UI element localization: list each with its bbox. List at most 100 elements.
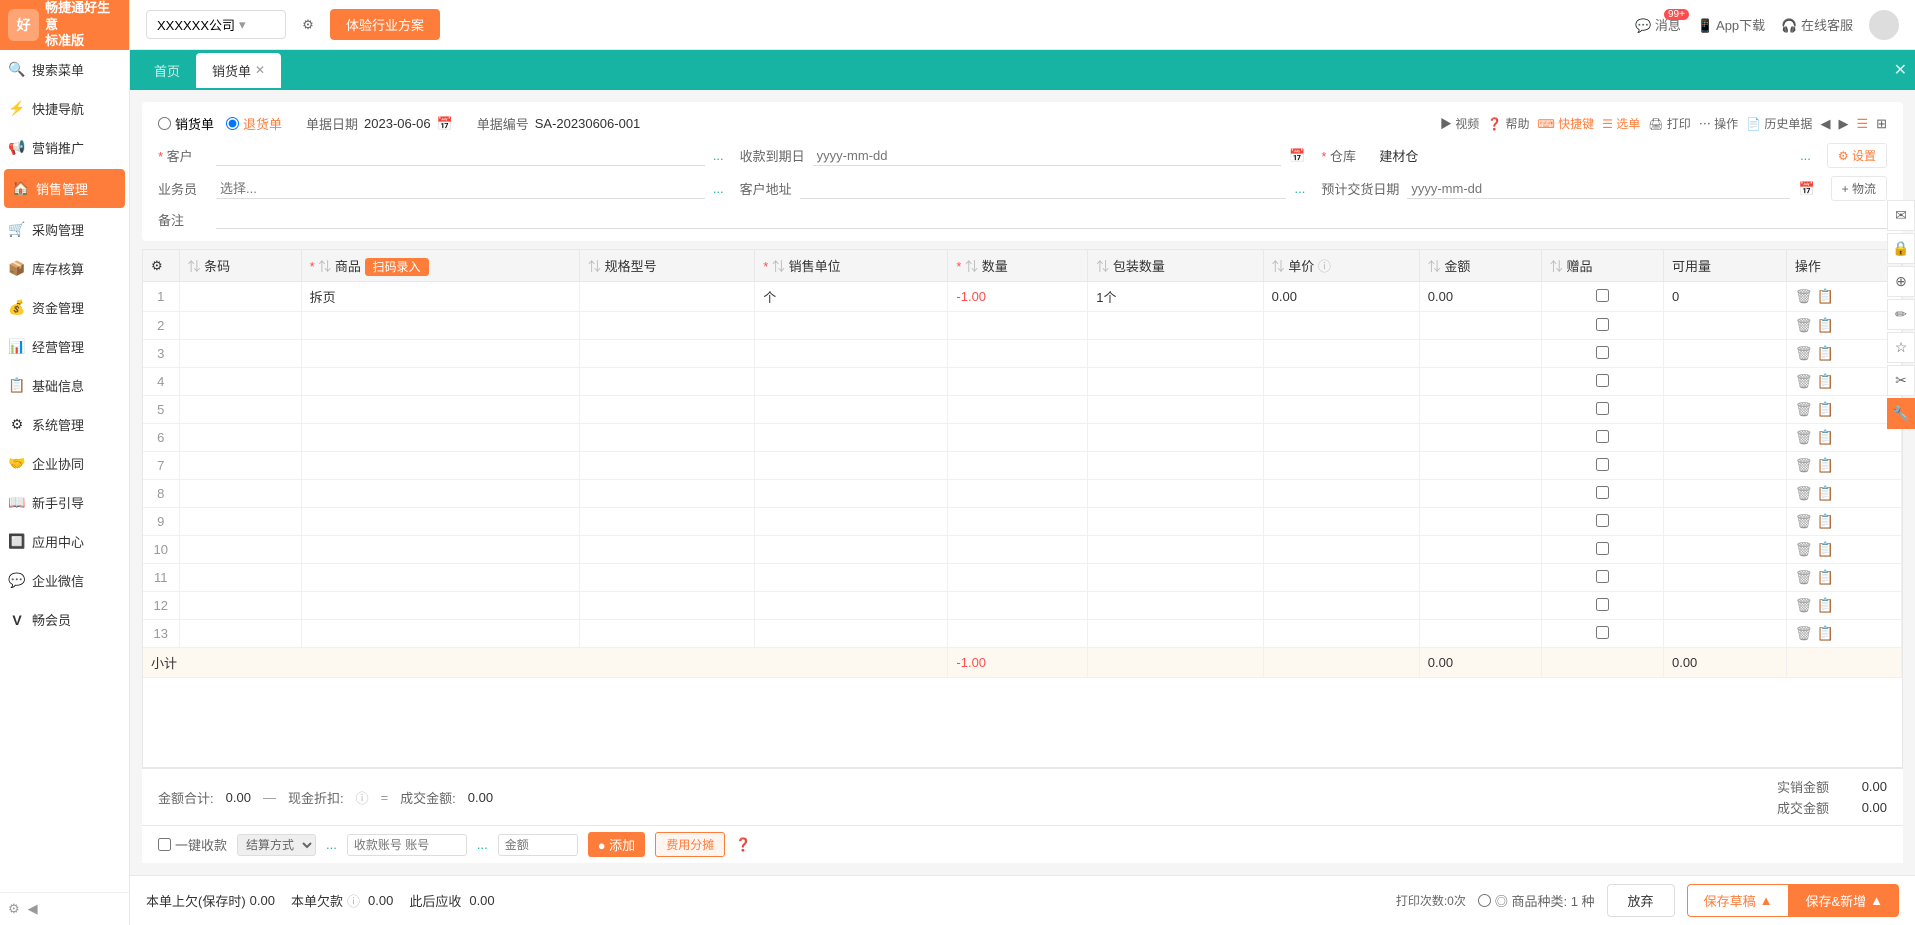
cell-goods[interactable] — [301, 508, 579, 536]
cell-spec[interactable] — [579, 592, 754, 620]
cell-price[interactable] — [1263, 340, 1419, 368]
cell-spec[interactable] — [579, 424, 754, 452]
cell-spec[interactable] — [579, 564, 754, 592]
cell-qty[interactable] — [948, 424, 1088, 452]
cell-barcode[interactable] — [179, 564, 301, 592]
customer-addr-dots[interactable]: ... — [1294, 181, 1305, 196]
message-wrap[interactable]: 💬 消息 99+ — [1635, 15, 1681, 34]
cell-price[interactable]: 0.00 — [1263, 282, 1419, 312]
customer-input[interactable] — [216, 146, 705, 166]
gift-checkbox[interactable] — [1596, 570, 1609, 583]
sidebar-item-purchase[interactable]: 🛒 采购管理 — [0, 210, 129, 249]
gift-checkbox[interactable] — [1596, 514, 1609, 527]
cell-qty[interactable] — [948, 536, 1088, 564]
cell-unit[interactable]: 个 — [755, 282, 948, 312]
cell-spec[interactable] — [579, 480, 754, 508]
cell-amount[interactable] — [1419, 424, 1541, 452]
copy-icon[interactable]: 📋 — [1817, 485, 1834, 502]
salesman-dots[interactable]: ... — [713, 181, 724, 196]
tab-sales-order[interactable]: 销货单 ✕ — [196, 53, 281, 88]
cell-pkg-qty[interactable] — [1088, 480, 1263, 508]
warehouse-dots[interactable]: ... — [1800, 148, 1811, 163]
print-btn[interactable]: 🖨 打印 — [1648, 115, 1691, 132]
delete-icon[interactable]: 🗑 — [1795, 373, 1813, 390]
delete-icon[interactable]: 🗑 — [1795, 288, 1813, 305]
sidebar-item-basic-info[interactable]: 📋 基础信息 — [0, 366, 129, 405]
cell-qty[interactable] — [948, 312, 1088, 340]
cell-unit[interactable] — [755, 564, 948, 592]
cell-gift[interactable] — [1541, 508, 1663, 536]
copy-icon[interactable]: 📋 — [1817, 569, 1834, 586]
cell-amount[interactable] — [1419, 536, 1541, 564]
sort-icon[interactable]: ⇅ — [965, 259, 978, 274]
cell-pkg-qty[interactable] — [1088, 592, 1263, 620]
avatar[interactable] — [1869, 10, 1899, 40]
cell-spec[interactable] — [579, 396, 754, 424]
history-btn[interactable]: 📄 历史单据 — [1746, 115, 1812, 132]
sort-icon[interactable]: ⇅ — [318, 259, 331, 274]
cell-barcode[interactable] — [179, 536, 301, 564]
cell-qty[interactable] — [948, 340, 1088, 368]
help-btn[interactable]: ❓ 帮助 — [1487, 115, 1529, 132]
cell-amount[interactable] — [1419, 592, 1541, 620]
tab-close-icon[interactable]: ✕ — [255, 63, 265, 77]
cell-unit[interactable] — [755, 480, 948, 508]
cell-barcode[interactable] — [179, 424, 301, 452]
float-tool-btn[interactable]: 🔧 — [1887, 398, 1915, 429]
cell-gift[interactable] — [1541, 592, 1663, 620]
close-tab-icon[interactable]: ✕ — [1894, 60, 1907, 80]
scan-button[interactable]: 扫码录入 — [365, 258, 429, 276]
company-selector[interactable]: XXXXXX公司 ▾ — [146, 10, 286, 39]
radio-sale-order[interactable]: 销货单 — [158, 114, 214, 133]
cell-qty[interactable] — [948, 592, 1088, 620]
total-owed-info-icon[interactable]: ⓘ — [347, 891, 360, 910]
cell-spec[interactable] — [579, 536, 754, 564]
cell-goods[interactable] — [301, 480, 579, 508]
goods-type-checkbox[interactable]: ◎ 商品种类: 1 种 — [1478, 891, 1595, 910]
due-date-calendar-icon[interactable]: 📅 — [1289, 148, 1305, 164]
tab-home[interactable]: 首页 — [138, 53, 196, 88]
cell-goods[interactable] — [301, 312, 579, 340]
method-dots[interactable]: ... — [326, 837, 337, 852]
cell-barcode[interactable] — [179, 480, 301, 508]
cell-unit[interactable] — [755, 592, 948, 620]
cell-pkg-qty[interactable] — [1088, 620, 1263, 648]
add-payment-btn[interactable]: ● 添加 — [588, 832, 645, 857]
cell-qty[interactable]: -1.00 — [948, 282, 1088, 312]
gift-checkbox[interactable] — [1596, 346, 1609, 359]
account-input[interactable] — [347, 834, 467, 856]
delete-icon[interactable]: 🗑 — [1795, 317, 1813, 334]
expected-date-input[interactable] — [1407, 179, 1790, 199]
video-btn[interactable]: ▶ 视频 — [1440, 115, 1479, 132]
cell-price[interactable] — [1263, 368, 1419, 396]
cell-amount[interactable] — [1419, 620, 1541, 648]
cell-pkg-qty[interactable] — [1088, 396, 1263, 424]
cell-pkg-qty[interactable] — [1088, 536, 1263, 564]
cell-gift[interactable] — [1541, 340, 1663, 368]
flow-btn[interactable]: + 物流 — [1831, 176, 1887, 201]
gift-checkbox[interactable] — [1596, 402, 1609, 415]
cell-gift[interactable] — [1541, 564, 1663, 592]
account-dots[interactable]: ... — [477, 837, 488, 852]
sidebar-item-sales[interactable]: 🏠 销售管理 — [4, 169, 125, 208]
save-draft-button[interactable]: 保存草稿 ▲ — [1687, 884, 1790, 917]
float-cut-btn[interactable]: ✂ — [1887, 365, 1915, 396]
sort-icon[interactable]: ⇅ — [1428, 259, 1441, 274]
sidebar-item-quick-nav[interactable]: ⚡ 快捷导航 — [0, 89, 129, 128]
cell-barcode[interactable] — [179, 282, 301, 312]
app-download[interactable]: 📱 App下载 — [1697, 15, 1765, 34]
cell-price[interactable] — [1263, 508, 1419, 536]
cell-spec[interactable] — [579, 508, 754, 536]
cell-goods[interactable] — [301, 396, 579, 424]
cell-barcode[interactable] — [179, 620, 301, 648]
gift-checkbox[interactable] — [1596, 542, 1609, 555]
cell-gift[interactable] — [1541, 424, 1663, 452]
cell-spec[interactable] — [579, 312, 754, 340]
sidebar-item-enterprise[interactable]: 🤝 企业协同 — [0, 444, 129, 483]
save-new-button[interactable]: 保存&新增 ▲ — [1789, 884, 1899, 917]
sidebar-item-finance[interactable]: 💰 资金管理 — [0, 288, 129, 327]
float-edit-btn[interactable]: ✏ — [1887, 299, 1915, 330]
cell-spec[interactable] — [579, 368, 754, 396]
cell-gift[interactable] — [1541, 536, 1663, 564]
cell-qty[interactable] — [948, 564, 1088, 592]
